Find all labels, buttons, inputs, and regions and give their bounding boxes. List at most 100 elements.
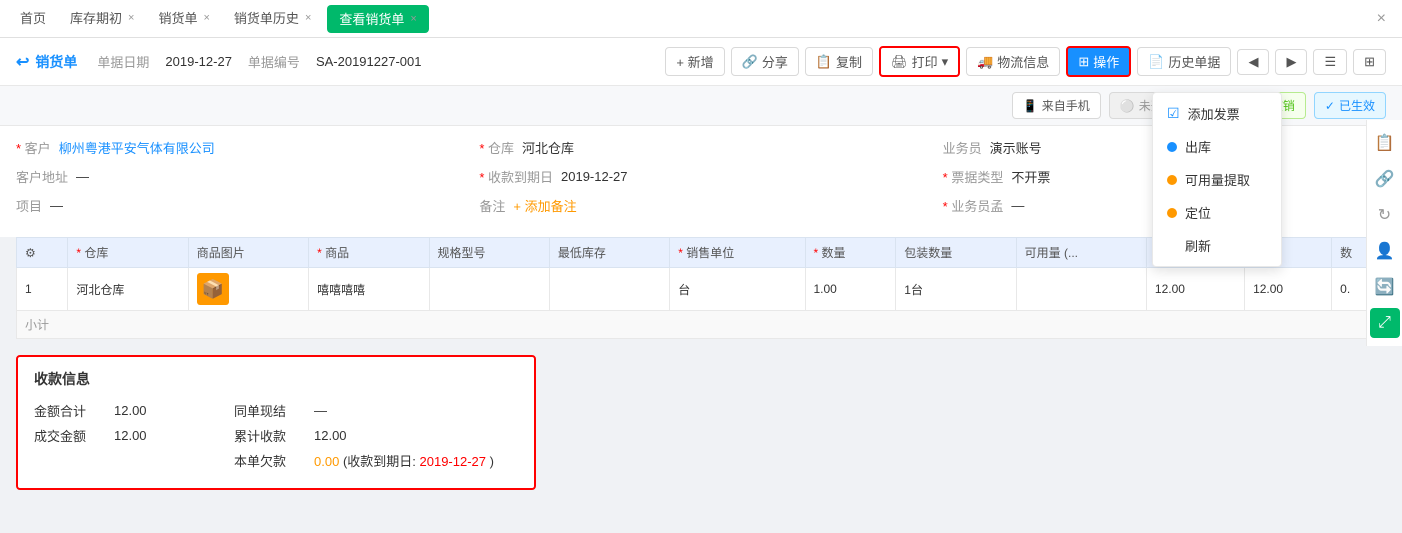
cumulative-receipt-value: 12.00: [314, 428, 347, 443]
operation-button[interactable]: ⊞ 操作: [1066, 46, 1131, 77]
operation-dropdown: ☑ 添加发票 出库 可用量提取 定位 刷新: [1152, 92, 1282, 267]
ticket-type-value: 不开票: [1011, 167, 1050, 186]
table-row: 1 河北仓库 📦 嘻嘻嘻嘻 台 1.00 1台 12.00 12.00 0.: [17, 268, 1386, 311]
print-dropdown-arrow: ▾: [942, 54, 949, 70]
dropdown-item-outbound[interactable]: 出库: [1153, 130, 1281, 163]
cell-warehouse: 河北仓库: [68, 268, 188, 311]
dropdown-item-quantity-extract[interactable]: 可用量提取: [1153, 163, 1281, 196]
sidebar-icon-expand[interactable]: ⤢: [1370, 308, 1400, 338]
list-view-button[interactable]: ☰: [1313, 49, 1347, 75]
cell-stock: 12.00: [1146, 268, 1244, 311]
payment-date-label: 收款到期日: [479, 167, 553, 186]
cell-unit: 台: [670, 268, 805, 311]
operation-icon: ⊞: [1078, 54, 1089, 70]
truck-icon: 🚚: [977, 54, 993, 70]
current-owe-label: 本单欠款: [234, 451, 314, 470]
sidebar-icon-exchange[interactable]: 🔄: [1370, 272, 1400, 302]
tab-close-sales[interactable]: ×: [203, 12, 209, 24]
payment-date-field: 收款到期日 2019-12-27: [479, 167, 922, 186]
history-icon: 📄: [1148, 54, 1164, 70]
dropdown-item-refresh[interactable]: 刷新: [1153, 229, 1281, 262]
sidebar-icon-link[interactable]: 🔗: [1370, 164, 1400, 194]
window-close-button[interactable]: ×: [1369, 10, 1394, 28]
tab-sales-history[interactable]: 销货单历史 ×: [222, 0, 323, 38]
address-field: 客户地址 —: [16, 167, 459, 186]
owe-date-text: (收款到期日:: [343, 454, 420, 469]
cell-no: 1: [17, 268, 68, 311]
sidebar-icon-user[interactable]: 👤: [1370, 236, 1400, 266]
product-image: 📦: [197, 273, 229, 305]
payment-date-value: 2019-12-27: [561, 169, 628, 184]
sidebar-icon-refresh[interactable]: ↻: [1370, 200, 1400, 230]
sidebar-icon-clipboard[interactable]: 📋: [1370, 128, 1400, 158]
not-open-icon: ⚪: [1120, 99, 1135, 113]
prev-button[interactable]: ◀: [1237, 49, 1269, 75]
checkbox-icon: ☑: [1167, 105, 1180, 122]
print-button[interactable]: 🖨 打印 ▾: [879, 46, 960, 77]
project-field: 项目 —: [16, 196, 459, 215]
dropdown-item-locate[interactable]: 定位: [1153, 196, 1281, 229]
subtotal-row: 小计: [17, 311, 1386, 339]
warehouse-label: 仓库: [479, 138, 514, 157]
address-value: —: [76, 169, 89, 184]
payment-section: 收款信息 金额合计 12.00 同单现结 — 成交金额 12.00 累计收款 1…: [16, 355, 536, 490]
new-button[interactable]: + 新增: [665, 47, 724, 76]
tab-home[interactable]: 首页: [8, 0, 58, 38]
copy-button[interactable]: 📋 复制: [805, 47, 873, 76]
sales-staff-value: —: [1011, 198, 1024, 213]
gear-icon[interactable]: ⚙: [25, 246, 36, 260]
col-unit: 销售单位: [670, 238, 805, 268]
col-pack-qty: 包装数量: [896, 238, 1016, 268]
cumulative-receipt-label: 累计收款: [234, 426, 314, 445]
doc-no-label: 单据编号: [248, 52, 300, 71]
tab-view-sales[interactable]: 查看销货单 ×: [327, 5, 428, 33]
logistics-button[interactable]: 🚚 物流信息: [966, 47, 1060, 76]
tab-sales[interactable]: 销货单 ×: [146, 0, 221, 38]
doc-meta: 单据日期 2019-12-27 单据编号 SA-20191227-001: [97, 52, 421, 71]
doc-no-value: SA-20191227-001: [316, 54, 422, 69]
effect-check-icon: ✓: [1325, 99, 1335, 113]
next-button[interactable]: ▶: [1275, 49, 1307, 75]
print-icon: 🖨: [891, 54, 908, 70]
right-sidebar: 📋 🔗 ↻ 👤 🔄 ⤢: [1366, 120, 1402, 346]
payment-row-2: 成交金额 12.00 累计收款 12.00: [34, 426, 518, 445]
tab-inventory[interactable]: 库存期初 ×: [58, 0, 146, 38]
dot-orange-icon-2: [1167, 208, 1177, 218]
col-product: 商品: [309, 238, 429, 268]
tab-close-inventory[interactable]: ×: [128, 12, 134, 24]
col-spec: 规格型号: [429, 238, 549, 268]
customer-label: 客户: [16, 138, 51, 157]
sales-staff-label: 业务员孟: [943, 196, 1004, 215]
doc-header: ↩ 销货单 单据日期 2019-12-27 单据编号 SA-20191227-0…: [0, 38, 1402, 86]
owe-amount: 0.00: [314, 454, 339, 469]
doc-date-label: 单据日期: [97, 52, 149, 71]
dot-blue-icon: [1167, 142, 1177, 152]
add-note-button[interactable]: 添加备注: [513, 196, 576, 215]
tab-close-history[interactable]: ×: [305, 12, 311, 24]
share-button[interactable]: 🔗 分享: [731, 47, 799, 76]
doc-title-icon: ↩: [16, 52, 29, 72]
address-label: 客户地址: [16, 167, 68, 186]
tab-close-view-sales[interactable]: ×: [410, 13, 416, 25]
customer-field: 客户 柳州粤港平安气体有限公司: [16, 138, 459, 157]
cell-pack-qty: 1台: [896, 268, 1016, 311]
staff-label: 业务员: [943, 138, 982, 157]
cell-available: [1016, 268, 1146, 311]
note-field: 备注 添加备注: [479, 196, 922, 215]
doc-date-value: 2019-12-27: [165, 54, 232, 69]
history-button[interactable]: 📄 历史单据: [1137, 47, 1231, 76]
subtotal-label: 小计: [17, 311, 1386, 339]
customer-value[interactable]: 柳州粤港平安气体有限公司: [59, 138, 215, 157]
dot-orange-icon-1: [1167, 175, 1177, 185]
dropdown-item-add-invoice[interactable]: ☑ 添加发票: [1153, 97, 1281, 130]
same-order-settle-label: 同单现结: [234, 401, 314, 420]
current-owe-value: 0.00 (收款到期日: 2019-12-27 ): [314, 451, 494, 470]
doc-title-text: 销货单: [35, 52, 77, 72]
col-img: 商品图片: [188, 238, 308, 268]
cell-img: 📦: [188, 268, 308, 311]
from-phone-button[interactable]: 📱 来自手机: [1012, 92, 1101, 119]
owe-close-paren: ): [490, 454, 494, 469]
grid-view-button[interactable]: ⊞: [1353, 49, 1386, 75]
same-order-settle-value: —: [314, 403, 327, 418]
payment-row-3: 本单欠款 0.00 (收款到期日: 2019-12-27 ): [34, 451, 518, 470]
